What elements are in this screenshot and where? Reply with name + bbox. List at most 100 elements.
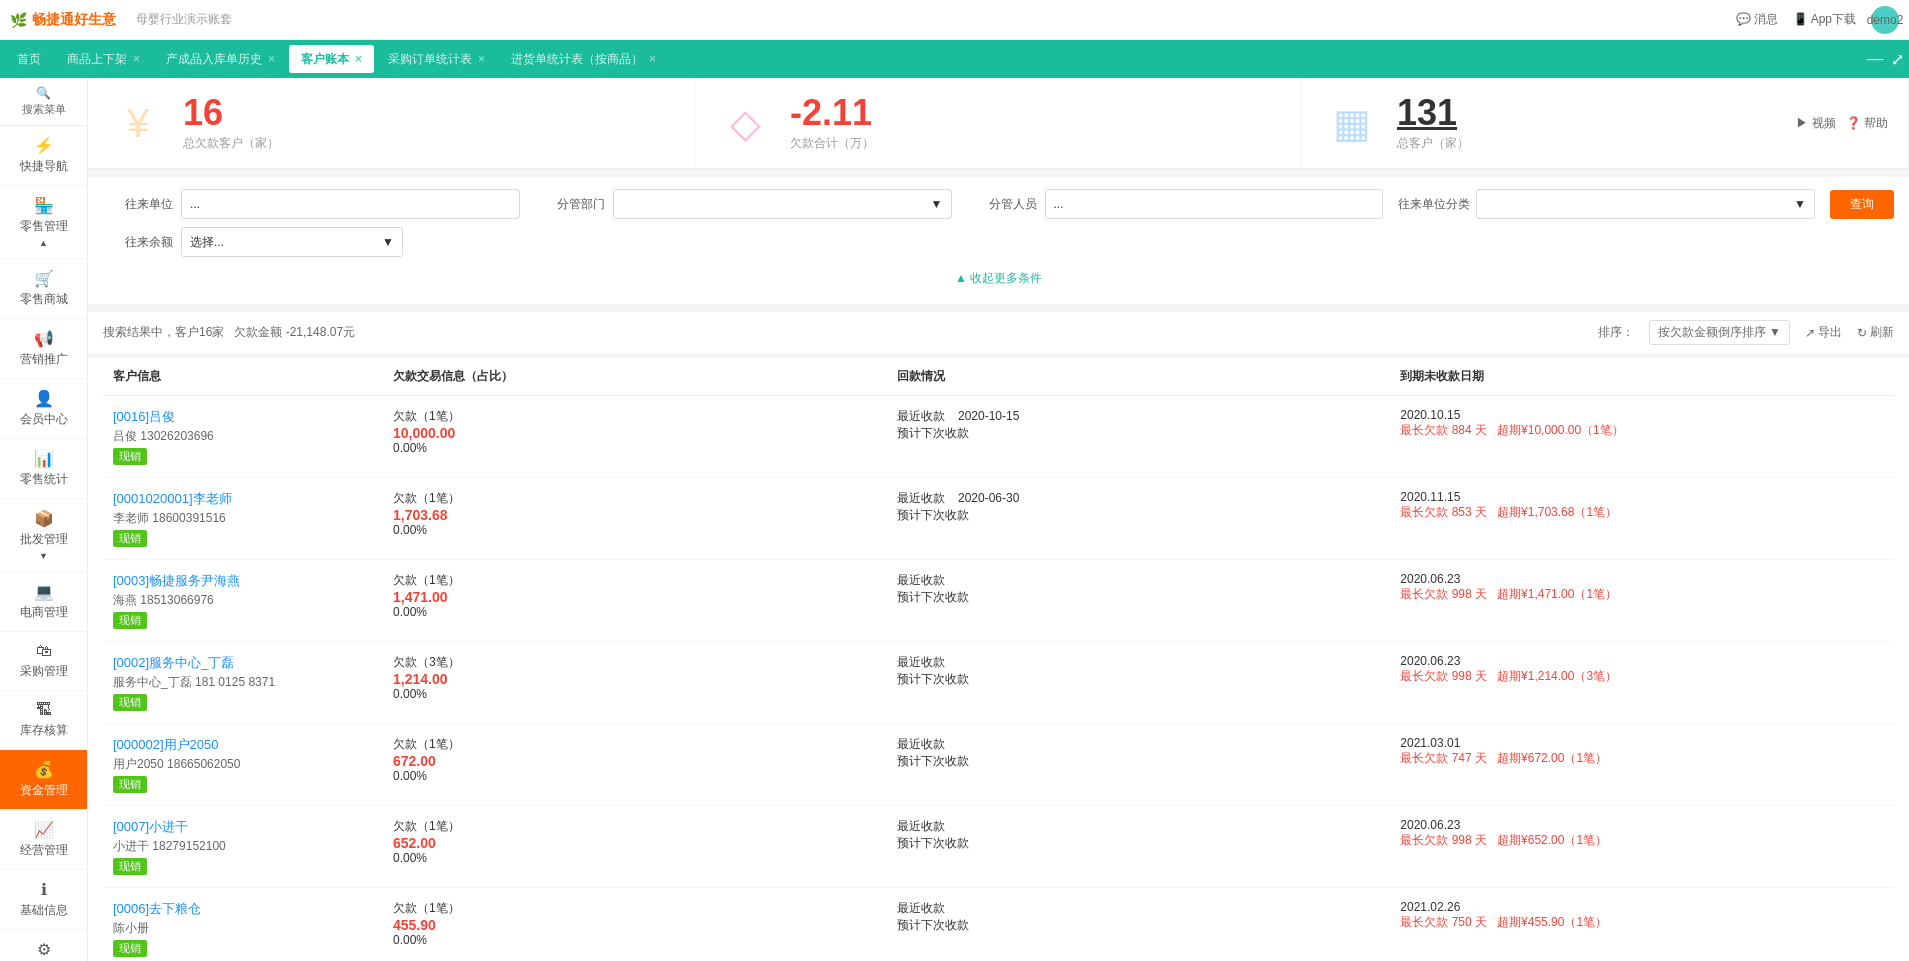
sidebar-item-operations[interactable]: 📈 经营管理 — [0, 810, 87, 870]
dept-select[interactable]: ▼ — [613, 189, 952, 219]
from-unit-dots: ... — [190, 197, 200, 211]
filter-row-1: 往来单位 ... 分管部门 ▼ 分管人员 ... — [103, 189, 1894, 219]
sidebar-item-system[interactable]: ⚙ 系统管理 — [0, 930, 87, 961]
overdue-amount-0[interactable]: 超期¥10,000.00（1笔） — [1497, 423, 1624, 437]
tab-purchase-close[interactable]: × — [478, 52, 485, 66]
customer-name-4[interactable]: [000002]用户2050 — [113, 736, 373, 754]
tab-minimize[interactable]: — — [1867, 50, 1883, 69]
sidebar-item-marketing[interactable]: 📢 营销推广 — [0, 319, 87, 379]
debt-count-1: 欠款（1笔） — [393, 490, 877, 507]
table-container: 客户信息 欠款交易信息（占比） 回款情况 到期未收款日期 [0016]吕俊 吕俊… — [88, 358, 1909, 961]
tab-products[interactable]: 商品上下架 × — [55, 45, 152, 73]
help-btn[interactable]: ❓ 帮助 — [1846, 115, 1888, 132]
table-row: [0007]小进干 小进干 18279152100 现销 欠款（1笔） 652.… — [103, 806, 1894, 888]
overdue-days-5: 最长欠款 998 天 — [1400, 833, 1493, 847]
customer-name-2[interactable]: [0003]畅捷服务尹海燕 — [113, 572, 373, 590]
sidebar-item-quick-nav[interactable]: ⚡ 快捷导航 — [0, 126, 87, 186]
message-btn[interactable]: 💬 消息 — [1736, 11, 1778, 28]
table-row: [0002]服务中心_丁磊 服务中心_丁磊 181 0125 8371 现销 欠… — [103, 642, 1894, 724]
next-payment-1: 预计下次收款 — [897, 507, 1381, 524]
overdue-amount-6[interactable]: 超期¥455.90（1笔） — [1497, 915, 1607, 929]
app-download-btn[interactable]: 📱 App下载 — [1793, 11, 1856, 28]
customer-name-6[interactable]: [0006]去下粮仓 — [113, 900, 373, 918]
stat-overdue-customers: ¥ 16 总欠款客户（家） — [88, 78, 695, 168]
tab-inventory-close[interactable]: × — [268, 52, 275, 66]
overdue-amount-4[interactable]: 超期¥672.00（1笔） — [1497, 751, 1607, 765]
sidebar-item-member-label: 会员中心 — [20, 411, 68, 428]
sidebar-item-retail-manage[interactable]: 🏪 零售管理 ▲ — [0, 186, 87, 259]
debt-ratio-0: 0.00% — [393, 441, 877, 455]
sidebar-item-retail-store[interactable]: 🛒 零售商城 — [0, 259, 87, 319]
sidebar-item-purchase-label: 采购管理 — [20, 663, 68, 680]
sidebar-item-ecommerce[interactable]: 💻 电商管理 — [0, 572, 87, 632]
sidebar-search-label: 搜索菜单 — [8, 102, 79, 117]
tab-inventory[interactable]: 产成品入库单历史 × — [154, 45, 287, 73]
overdue-info-2: 最长欠款 998 天 超期¥1,471.00（1笔） — [1400, 586, 1884, 603]
balance-select[interactable]: 选择... ▼ — [181, 227, 403, 257]
sidebar-item-basic-label: 基础信息 — [20, 902, 68, 919]
sidebar-item-retail-stats[interactable]: 📊 零售统计 — [0, 439, 87, 499]
table-header: 客户信息 欠款交易信息（占比） 回款情况 到期未收款日期 — [103, 358, 1894, 396]
customer-name-0[interactable]: [0016]吕俊 — [113, 408, 373, 426]
tab-inbound-close[interactable]: × — [649, 52, 656, 66]
due-cell-1: 2020.11.15 最长欠款 853 天 超期¥1,703.68（1笔） — [1390, 490, 1894, 547]
overdue-amount-1[interactable]: 超期¥1,703.68（1笔） — [1497, 505, 1617, 519]
customer-name-3[interactable]: [0002]服务中心_丁磊 — [113, 654, 373, 672]
overdue-amount-3[interactable]: 超期¥1,214.00（3笔） — [1497, 669, 1617, 683]
result-bar-right: 排序： 按欠款金额倒序排序 ▼ ↗ 导出 ↻ 刷新 — [1598, 320, 1894, 345]
sidebar-item-marketing-label: 营销推广 — [20, 351, 68, 368]
tab-home[interactable]: 首页 — [5, 45, 53, 73]
tab-account[interactable]: 客户账本 × — [289, 45, 374, 73]
tab-inbound[interactable]: 进货单统计表（按商品） × — [499, 45, 668, 73]
customer-name-1[interactable]: [0001020001]李老师 — [113, 490, 373, 508]
quick-nav-icon: ⚡ — [34, 136, 54, 155]
finance-icon: 💰 — [34, 760, 54, 779]
filter-balance: 往来余额 选择... ▼ — [103, 227, 403, 257]
sidebar-item-basic[interactable]: ℹ 基础信息 — [0, 870, 87, 930]
sidebar-search[interactable]: 🔍 搜索菜单 — [0, 78, 87, 126]
sidebar-item-inventory[interactable]: 🏗 库存核算 — [0, 691, 87, 750]
stat-customers-label: 总欠款客户（家） — [183, 135, 279, 152]
sort-select[interactable]: 按欠款金额倒序排序 ▼ — [1649, 320, 1790, 345]
debt-amount-0: 10,000.00 — [393, 425, 877, 441]
unit-type-select[interactable]: ▼ — [1476, 189, 1815, 219]
due-date-4: 2021.03.01 — [1400, 736, 1884, 750]
query-button[interactable]: 查询 — [1830, 190, 1894, 219]
refresh-btn[interactable]: ↻ 刷新 — [1857, 324, 1894, 341]
from-unit-input[interactable]: ... — [181, 189, 520, 219]
tab-products-close[interactable]: × — [133, 52, 140, 66]
video-btn[interactable]: ▶ 视频 — [1796, 115, 1835, 132]
next-payment-0: 预计下次收款 — [897, 425, 1381, 442]
tab-purchase[interactable]: 采购订单统计表 × — [376, 45, 497, 73]
sidebar-item-operations-label: 经营管理 — [20, 842, 68, 859]
sidebar-item-member[interactable]: 👤 会员中心 — [0, 379, 87, 439]
sidebar-item-finance[interactable]: 💰 资金管理 — [0, 750, 87, 810]
due-date-2: 2020.06.23 — [1400, 572, 1884, 586]
debt-amount-5: 652.00 — [393, 835, 877, 851]
retail-manage-icon: 🏪 — [34, 196, 54, 215]
overdue-info-4: 最长欠款 747 天 超期¥672.00（1笔） — [1400, 750, 1884, 767]
tab-account-label: 客户账本 — [301, 51, 349, 68]
sidebar-item-retail-manage-label: 零售管理 — [20, 218, 68, 235]
tab-maximize[interactable]: ⤢ — [1891, 50, 1904, 69]
last-payment-5: 最近收款 — [897, 818, 1381, 835]
table-row: [0001020001]李老师 李老师 18600391516 现销 欠款（1笔… — [103, 478, 1894, 560]
due-cell-2: 2020.06.23 最长欠款 998 天 超期¥1,471.00（1笔） — [1390, 572, 1894, 629]
debt-amount-6: 455.90 — [393, 917, 877, 933]
overdue-amount-2[interactable]: 超期¥1,471.00（1笔） — [1497, 587, 1617, 601]
customer-badge-3: 现销 — [113, 694, 147, 711]
overdue-amount-5[interactable]: 超期¥652.00（1笔） — [1497, 833, 1607, 847]
customer-name-5[interactable]: [0007]小进干 — [113, 818, 373, 836]
export-btn[interactable]: ↗ 导出 — [1805, 324, 1842, 341]
customer-phone-5: 小进干 18279152100 — [113, 838, 373, 855]
sidebar-item-wholesale[interactable]: 📦 批发管理 ▼ — [0, 499, 87, 572]
table-row: [0016]吕俊 吕俊 13026203696 现销 欠款（1笔） 10,000… — [103, 396, 1894, 478]
sidebar-item-purchase[interactable]: 🛍 采购管理 — [0, 632, 87, 691]
customer-cell-4: [000002]用户2050 用户2050 18665062050 现销 — [103, 736, 383, 793]
collapse-filter-btn[interactable]: ▲ 收起更多条件 — [103, 265, 1894, 292]
overdue-days-4: 最长欠款 747 天 — [1400, 751, 1493, 765]
debt-cell-2: 欠款（1笔） 1,471.00 0.00% — [383, 572, 887, 629]
tab-account-close[interactable]: × — [355, 52, 362, 66]
manager-input[interactable]: ... — [1045, 189, 1384, 219]
avatar[interactable]: demo2 — [1871, 6, 1899, 34]
